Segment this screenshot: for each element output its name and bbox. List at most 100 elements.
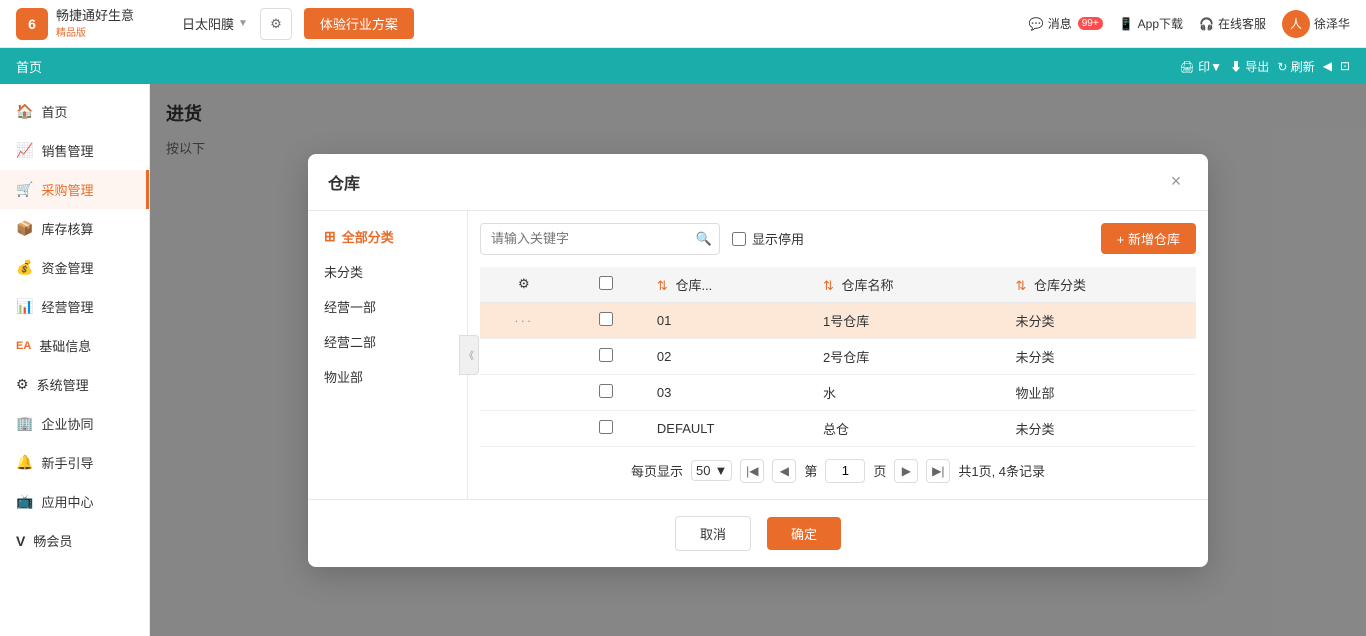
row-category: 未分类 [1003,302,1196,338]
row-checkbox-cell [568,410,645,446]
row-checkbox[interactable] [599,312,613,326]
chevron-down-icon: ▼ [238,18,248,29]
nav-area: 日太阳膜 ▼ ⚙ 体验行业方案 [166,8,1029,40]
chevron-down-icon: ▼ [714,463,727,478]
table-row[interactable]: DEFAULT 总仓 未分类 [480,410,1196,446]
enterprise-icon: 🏢 [16,415,33,432]
show-disabled-label: 显示停用 [752,229,804,248]
table-container: ⚙ ⇅ 仓库... [480,267,1196,447]
row-checkbox[interactable] [599,384,613,398]
row-name: 水 [811,374,1004,410]
confirm-button[interactable]: 确定 [767,517,841,550]
sidebar-item-apps[interactable]: 📺 应用中心 [0,482,149,521]
avatar: 人 [1282,10,1310,38]
message-action[interactable]: 💬 消息 99+ [1029,15,1103,32]
store-selector[interactable]: 日太阳膜 ▼ [182,14,248,33]
table-body: ··· 01 1号仓库 未分类 02 [480,302,1196,446]
row-actions: ··· [480,302,568,338]
table-row[interactable]: 03 水 物业部 [480,374,1196,410]
row-checkbox-cell [568,302,645,338]
first-page-button[interactable]: |◀ [740,459,764,483]
sidebar-item-system[interactable]: ⚙ 系统管理 [0,365,149,404]
category-collapse-button[interactable]: 《 [459,335,479,375]
sort-icon-code: ⇅ [657,278,668,293]
modal-close-button[interactable]: × [1164,170,1188,194]
row-actions [480,338,568,374]
online-service-action[interactable]: 🎧 在线客服 [1199,15,1266,32]
sidebar-item-member[interactable]: V 畅会员 [0,521,149,560]
apps-icon: 📺 [16,493,33,510]
message-icon: 💬 [1029,17,1044,31]
expand-icon[interactable]: ⊡ [1340,59,1350,73]
select-all-checkbox[interactable] [599,276,613,290]
chevron-left-icon: 《 [464,347,474,362]
search-icon[interactable]: 🔍 [696,231,712,247]
system-icon: ⚙ [16,376,29,393]
next-page-button[interactable]: ▶ [894,459,918,483]
store-name: 日太阳膜 [182,14,234,33]
row-actions [480,410,568,446]
row-category: 物业部 [1003,374,1196,410]
category-item-property[interactable]: 物业部 [308,359,467,394]
sort-icon-name: ⇅ [823,278,834,293]
refresh-action[interactable]: ↻ 刷新 [1277,58,1314,75]
row-checkbox[interactable] [599,348,613,362]
category-item-operations1[interactable]: 经营一部 [308,289,467,324]
print-action[interactable]: 🖨 印▼ [1180,58,1222,75]
message-badge: 99+ [1078,17,1103,30]
finance-icon: 💰 [16,259,33,276]
settings-button[interactable]: ⚙ [260,8,292,40]
sidebar-item-inventory[interactable]: 📦 库存核算 [0,209,149,248]
logo-area: 6 畅捷通好生意 精品版 [16,8,166,40]
category-item-unclassified[interactable]: 未分类 [308,254,467,289]
row-category: 未分类 [1003,338,1196,374]
subnav-home[interactable]: 首页 [16,57,42,76]
total-info: 共1页, 4条记录 [958,461,1045,480]
th-name[interactable]: ⇅ 仓库名称 [811,267,1004,303]
sidebar-item-home[interactable]: 🏠 首页 [0,92,149,131]
th-code[interactable]: ⇅ 仓库... [645,267,811,303]
header-right: 💬 消息 99+ 📱 App下载 🎧 在线客服 人 徐泽华 [1029,10,1350,38]
last-page-button[interactable]: ▶| [926,459,950,483]
sidebar-item-enterprise[interactable]: 🏢 企业协同 [0,404,149,443]
row-checkbox-cell [568,374,645,410]
export-action[interactable]: ⬇ 导出 [1230,58,1269,75]
sidebar-item-finance[interactable]: 💰 资金管理 [0,248,149,287]
sidebar-item-operations[interactable]: 📊 经营管理 [0,287,149,326]
category-item-operations2[interactable]: 经营二部 [308,324,467,359]
row-category: 未分类 [1003,410,1196,446]
sidebar-item-guide[interactable]: 🔔 新手引导 [0,443,149,482]
phone-icon: 📱 [1119,17,1134,31]
cancel-button[interactable]: 取消 [675,516,751,551]
row-checkbox[interactable] [599,420,613,434]
sidebar-item-purchase[interactable]: 🛒 采购管理 [0,170,149,209]
search-input[interactable] [480,223,720,255]
row-num: 03 [645,374,811,410]
show-disabled-checkbox[interactable] [732,232,746,246]
row-num: 01 [645,302,811,338]
table-row[interactable]: ··· 01 1号仓库 未分类 [480,302,1196,338]
pagination: 每页显示 50 ▼ |◀ ◀ 第 页 ▶ ▶| 共 [480,447,1196,487]
main-layout: 🏠 首页 📈 销售管理 🛒 采购管理 📦 库存核算 💰 资金管理 📊 经营管理 … [0,84,1366,636]
content-area: 进货 按以下 仓库 × ⊞ 全部分类 [150,84,1366,636]
prev-page-button[interactable]: ◀ [772,459,796,483]
collapse-icon[interactable]: ◀ [1323,59,1332,73]
trial-button[interactable]: 体验行业方案 [304,8,414,39]
page-number-input[interactable] [825,459,865,483]
row-name: 1号仓库 [811,302,1004,338]
app-download-action[interactable]: 📱 App下载 [1119,15,1183,32]
table-row[interactable]: 02 2号仓库 未分类 [480,338,1196,374]
inventory-icon: 📦 [16,220,33,237]
add-warehouse-button[interactable]: + 新增仓库 [1101,223,1196,254]
sidebar-item-basic-info[interactable]: EA 基础信息 [0,326,149,365]
th-category[interactable]: ⇅ 仓库分类 [1003,267,1196,303]
sidebar-item-sales[interactable]: 📈 销售管理 [0,131,149,170]
grid-icon: ⊞ [324,228,336,245]
operations-icon: 📊 [16,298,33,315]
modal-footer: 取消 确定 [308,499,1208,567]
guide-icon: 🔔 [16,454,33,471]
warehouse-modal: 仓库 × ⊞ 全部分类 未分类 经营一 [308,154,1208,567]
page-size-select[interactable]: 50 ▼ [691,460,732,481]
user-action[interactable]: 人 徐泽华 [1282,10,1350,38]
category-header[interactable]: ⊞ 全部分类 [308,219,467,254]
